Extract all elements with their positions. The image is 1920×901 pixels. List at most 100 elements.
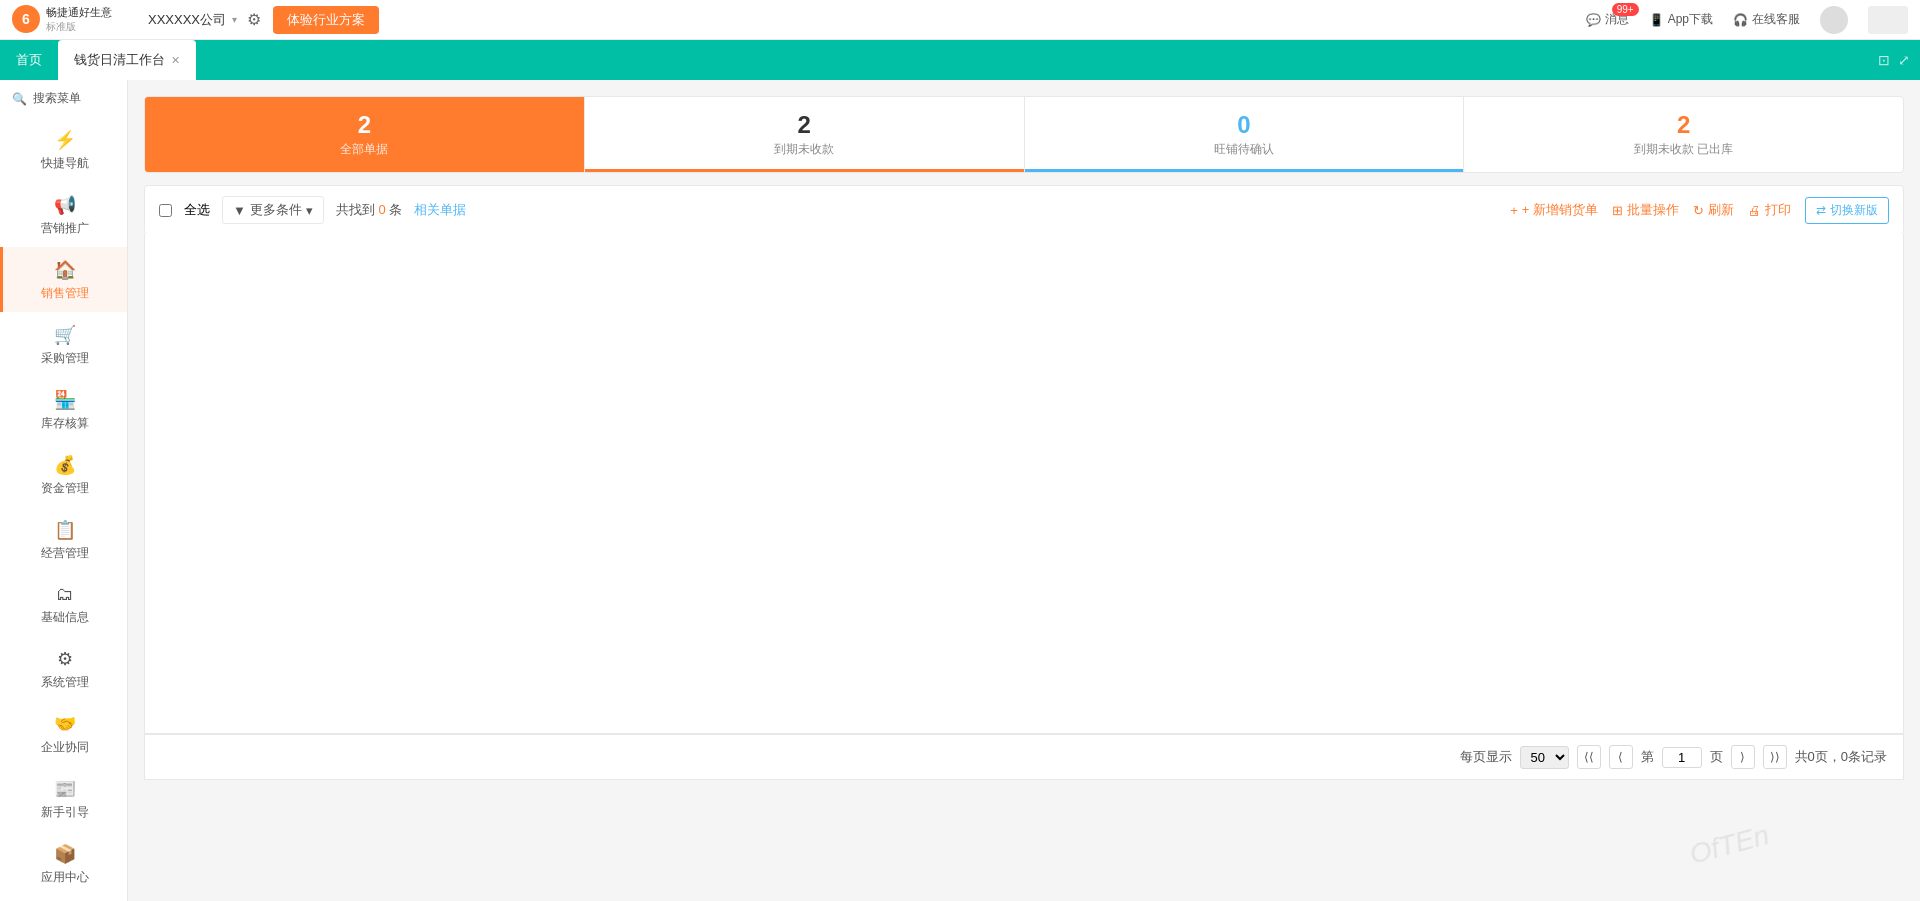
headset-icon: 🎧 (1733, 13, 1748, 27)
page-number-input[interactable] (1662, 747, 1702, 768)
stats-tab-overdue[interactable]: 2 到期未收款 (585, 97, 1025, 172)
sidebar-item-operations[interactable]: 📋 经营管理 (0, 507, 127, 572)
sidebar-item-finance[interactable]: 💰 资金管理 (0, 442, 127, 507)
search-icon: 🔍 (12, 92, 27, 106)
online-service-action[interactable]: 🎧 在线客服 (1733, 11, 1800, 28)
batch-action-button[interactable]: ⊞ 批量操作 (1612, 201, 1679, 219)
phone-icon: 📱 (1649, 13, 1664, 27)
tab-workbench[interactable]: 钱货日清工作台 ✕ (58, 40, 196, 80)
message-icon: 💬 (1586, 13, 1601, 27)
refresh-button[interactable]: ↻ 刷新 (1693, 201, 1734, 219)
page-prefix: 第 (1641, 748, 1654, 766)
page-suffix: 页 (1710, 748, 1723, 766)
sidebar-item-inventory[interactable]: 🏪 库存核算 (0, 377, 127, 442)
online-service-label: 在线客服 (1752, 11, 1800, 28)
refresh-label: 刷新 (1708, 201, 1734, 219)
per-page-select[interactable]: 50 (1520, 746, 1569, 769)
new-sales-order-button[interactable]: + + 新增销货单 (1510, 201, 1598, 219)
select-all-checkbox[interactable] (159, 204, 172, 217)
settings-icon[interactable]: ⚙ (247, 10, 261, 29)
sidebar-item-system[interactable]: ⚙ 系统管理 (0, 636, 127, 701)
next-page-button[interactable]: ⟩ (1731, 745, 1755, 769)
related-records-link[interactable]: 相关单据 (414, 201, 466, 219)
guide-icon: 📰 (54, 778, 76, 800)
logo-icon: 6 (12, 5, 40, 33)
tab-workbench-label: 钱货日清工作台 (74, 51, 165, 69)
sidebar-label-quick-nav: 快捷导航 (41, 155, 89, 172)
sales-icon: 🏠 (54, 259, 76, 281)
print-icon: 🖨 (1748, 203, 1761, 218)
tab-close-icon[interactable]: ✕ (171, 54, 180, 67)
sidebar-label-inventory: 库存核算 (41, 415, 89, 432)
sidebar-label-finance: 资金管理 (41, 480, 89, 497)
sidebar-label-guide: 新手引导 (41, 804, 89, 821)
stats-tab-overdue-out[interactable]: 2 到期未收款 已出库 (1464, 97, 1903, 172)
chevron-down-icon: ▾ (232, 14, 237, 25)
tab-indicator-pending (1025, 169, 1464, 172)
sidebar-item-marketing[interactable]: 📢 营销推广 (0, 182, 127, 247)
sidebar-item-base-info[interactable]: 🗂 基础信息 (0, 572, 127, 636)
logo-area: 6 畅捷通好生意 标准版 (12, 5, 140, 33)
messages-action[interactable]: 💬 消息 99+ (1586, 11, 1629, 28)
found-text: 共找到 0 条 (336, 201, 402, 219)
quick-nav-icon: ⚡ (54, 129, 76, 151)
switch-icon: ⇄ (1816, 203, 1826, 217)
sidebar-item-sales[interactable]: 🏠 销售管理 (0, 247, 127, 312)
logo-text-block: 畅捷通好生意 标准版 (46, 5, 112, 33)
sidebar-item-app-center[interactable]: 📦 应用中心 (0, 831, 127, 896)
sidebar-search-label: 搜索菜单 (33, 90, 81, 107)
pagination-bar: 每页显示 50 ⟨⟨ ⟨ 第 页 ⟩ ⟩⟩ 共0页，0条记录 (144, 734, 1904, 780)
tab-bar: 首页 钱货日清工作台 ✕ ⊡ ⤢ (0, 40, 1920, 80)
logo-name: 畅捷通好生意 (46, 5, 112, 19)
sidebar-label-system: 系统管理 (41, 674, 89, 691)
tab-home-label: 首页 (16, 51, 42, 69)
tab-maximize-icon[interactable]: ⤢ (1898, 52, 1910, 68)
last-page-button[interactable]: ⟩⟩ (1763, 745, 1787, 769)
sidebar-item-guide[interactable]: 📰 新手引导 (0, 766, 127, 831)
toolbar-right: + + 新增销货单 ⊞ 批量操作 ↻ 刷新 🖨 打印 ⇄ 切换新版 (1510, 197, 1889, 224)
sidebar-label-base-info: 基础信息 (41, 609, 89, 626)
found-prefix: 共找到 (336, 202, 375, 217)
stats-num-all: 2 (153, 111, 576, 139)
app-download-action[interactable]: 📱 App下载 (1649, 11, 1713, 28)
found-unit: 条 (389, 202, 402, 217)
sidebar-item-enterprise[interactable]: 🤝 企业协同 (0, 701, 127, 766)
logo-subtitle: 标准版 (46, 20, 112, 34)
finance-icon: 💰 (54, 454, 76, 476)
sidebar-search[interactable]: 🔍 搜索菜单 (0, 80, 127, 117)
system-icon: ⚙ (57, 648, 73, 670)
trial-button[interactable]: 体验行业方案 (273, 6, 379, 34)
toolbar: 全选 ▼ 更多条件 ▾ 共找到 0 条 相关单据 + + 新增销货单 (144, 185, 1904, 234)
operations-icon: 📋 (54, 519, 76, 541)
tab-minimize-icon[interactable]: ⊡ (1878, 52, 1890, 68)
per-page-label: 每页显示 (1460, 748, 1512, 766)
app-download-label: App下载 (1668, 11, 1713, 28)
stats-tab-all[interactable]: 2 全部单据 (145, 97, 585, 172)
filter-button[interactable]: ▼ 更多条件 ▾ (222, 196, 324, 224)
stats-label-overdue-out: 到期未收款 已出库 (1472, 141, 1895, 158)
stats-tab-pending[interactable]: 0 旺铺待确认 (1025, 97, 1465, 172)
company-selector[interactable]: XXXXXX公司 ▾ (148, 11, 237, 29)
prev-page-button[interactable]: ⟨ (1609, 745, 1633, 769)
switch-label: 切换新版 (1830, 202, 1878, 219)
first-page-button[interactable]: ⟨⟨ (1577, 745, 1601, 769)
tab-home[interactable]: 首页 (0, 40, 58, 80)
sidebar-item-purchase[interactable]: 🛒 采购管理 (0, 312, 127, 377)
switch-version-button[interactable]: ⇄ 切换新版 (1805, 197, 1889, 224)
filter-label: 更多条件 (250, 201, 302, 219)
user-menu[interactable] (1868, 6, 1908, 34)
found-count: 0 (379, 202, 386, 217)
stats-num-overdue-out: 2 (1472, 111, 1895, 139)
sidebar-item-wechat[interactable]: 💬 企业微信 (0, 896, 127, 901)
top-header: 6 畅捷通好生意 标准版 XXXXXX公司 ▾ ⚙ 体验行业方案 💬 消息 99… (0, 0, 1920, 40)
purchase-icon: 🛒 (54, 324, 76, 346)
print-button[interactable]: 🖨 打印 (1748, 201, 1791, 219)
sidebar-item-quick-nav[interactable]: ⚡ 快捷导航 (0, 117, 127, 182)
sidebar-label-sales: 销售管理 (41, 285, 89, 302)
inventory-icon: 🏪 (54, 389, 76, 411)
refresh-icon: ↻ (1693, 203, 1704, 218)
content-area: 2 全部单据 2 到期未收款 0 旺铺待确认 2 到期未收款 已出库 全选 (128, 80, 1920, 901)
marketing-icon: 📢 (54, 194, 76, 216)
app-center-icon: 📦 (54, 843, 76, 865)
avatar[interactable] (1820, 6, 1848, 34)
